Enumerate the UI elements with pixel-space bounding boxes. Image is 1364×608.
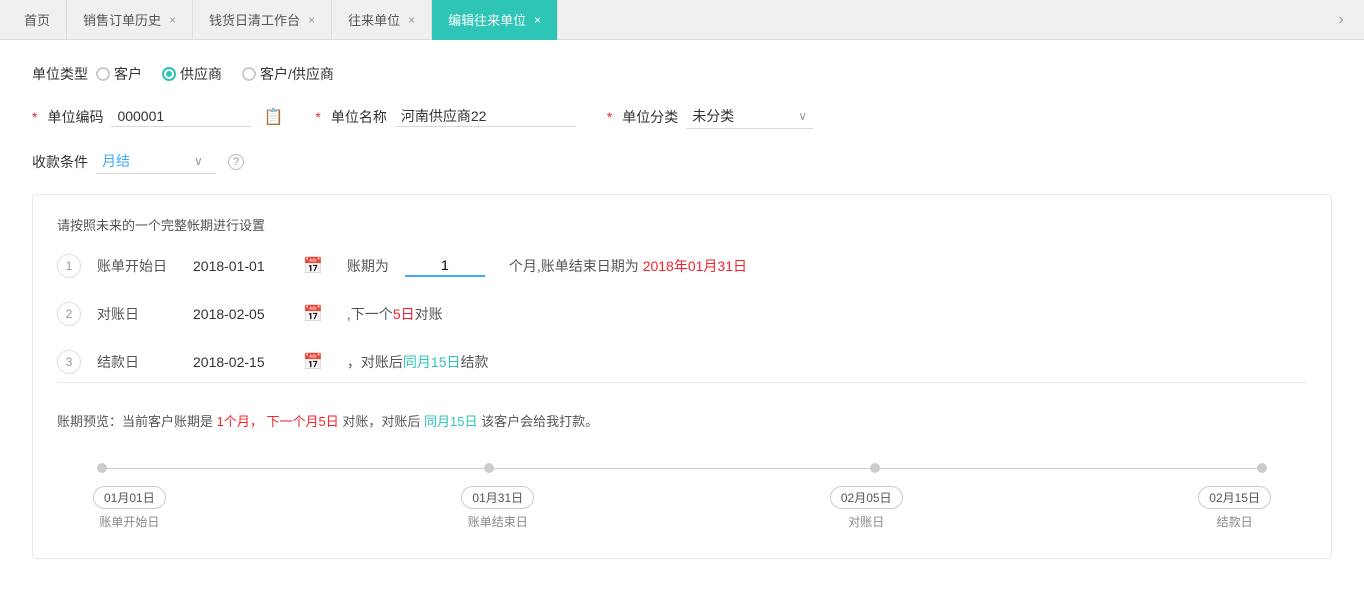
- step-1-num: 1: [57, 254, 81, 278]
- step-1-label: 账单开始日: [97, 256, 177, 276]
- payment-terms-row: 收款条件 月结 ∨ ?: [32, 149, 1332, 174]
- unit-type-row: 单位类型 客户 供应商 客户/供应商: [32, 64, 1332, 84]
- timeline-node-4: 02月15日 结款日: [1198, 486, 1271, 530]
- step-3-row: 3 结款日 2018-02-15 📅 ，对账后同月15日结款: [57, 350, 1307, 374]
- unit-type-radio-group: 客户 供应商 客户/供应商: [96, 64, 334, 84]
- timeline-labels: 01月01日 账单开始日 01月31日 账单结束日 02月05日 对账日 02月…: [57, 478, 1307, 530]
- unit-type-label: 单位类型: [32, 64, 88, 84]
- unit-name-required: *: [315, 109, 320, 125]
- tab-sales-history[interactable]: 销售订单历史 ×: [67, 0, 193, 40]
- unit-name-input[interactable]: [395, 106, 575, 127]
- unit-category-chevron-icon: ∨: [798, 109, 807, 123]
- timeline-dot-1: [97, 463, 107, 473]
- tab-partners[interactable]: 往来单位 ×: [332, 0, 432, 40]
- timeline-dot-2: [484, 463, 494, 473]
- step-1-cal-icon[interactable]: 📅: [303, 256, 323, 276]
- step-2-date: 2018-02-05: [193, 306, 283, 322]
- timeline-node-1: 01月01日 账单开始日: [93, 486, 166, 530]
- tab-bar: 首页 销售订单历史 × 钱货日清工作台 × 往来单位 × 编辑往来单位 × ›: [0, 0, 1364, 40]
- step-1-row: 1 账单开始日 2018-01-01 📅 账期为 个月,账单结束日期为 2018…: [57, 254, 1307, 278]
- radio-supplier-circle: [162, 67, 176, 81]
- radio-customer-circle: [96, 67, 110, 81]
- timeline-label-2: 账单结束日: [468, 513, 528, 530]
- radio-supplier[interactable]: 供应商: [162, 64, 222, 84]
- preview-months: 1个月，: [217, 414, 263, 429]
- timeline-dot-3: [870, 463, 880, 473]
- tab-cash-work[interactable]: 钱货日清工作台 ×: [193, 0, 332, 40]
- main-content: 单位类型 客户 供应商 客户/供应商 * 单位编码: [0, 40, 1364, 608]
- timeline-badge-3: 02月05日: [830, 486, 903, 509]
- step-2-num: 2: [57, 302, 81, 326]
- step-3-highlight: 同月15日: [403, 354, 461, 370]
- step-3-date: 2018-02-15: [193, 354, 283, 370]
- tab-edit-partner[interactable]: 编辑往来单位 ×: [432, 0, 558, 40]
- tab-close-cash-work[interactable]: ×: [308, 13, 315, 27]
- timeline-dot-4: [1257, 463, 1267, 473]
- timeline-badge-1: 01月01日: [93, 486, 166, 509]
- unit-category-required: *: [607, 109, 612, 125]
- timeline-label-1: 账单开始日: [99, 513, 159, 530]
- unit-code-item: * 单位编码 📋: [32, 106, 283, 127]
- step-2-cal-icon[interactable]: 📅: [303, 304, 323, 324]
- unit-category-item: * 单位分类 未分类 ∨: [607, 104, 813, 129]
- timeline-label-4: 结款日: [1217, 513, 1253, 530]
- radio-both-circle: [242, 67, 256, 81]
- step-3-num: 3: [57, 350, 81, 374]
- unit-code-required: *: [32, 109, 37, 125]
- timeline-badge-2: 01月31日: [461, 486, 534, 509]
- code-name-category-row: * 单位编码 📋 * 单位名称 * 单位分类 未分类 ∨: [32, 104, 1332, 129]
- step-3-desc: ，对账后同月15日结款: [347, 352, 489, 372]
- step-3-label: 结款日: [97, 352, 177, 372]
- tab-close-edit-partner[interactable]: ×: [534, 13, 541, 27]
- section-instruction: 请按照未来的一个完整帐期进行设置: [57, 215, 1307, 234]
- unit-type-item: 单位类型 客户 供应商 客户/供应商: [32, 64, 334, 84]
- unit-category-select[interactable]: 未分类 ∨: [686, 104, 813, 129]
- payment-terms-value: 月结: [102, 151, 130, 171]
- step-1-period-label: 账期为: [347, 256, 389, 276]
- step-1-period-unit: 个月,账单结束日期为 2018年01月31日: [509, 256, 747, 276]
- billing-section: 请按照未来的一个完整帐期进行设置 1 账单开始日 2018-01-01 📅 账期…: [32, 194, 1332, 559]
- unit-code-icon[interactable]: 📋: [263, 107, 283, 127]
- period-input[interactable]: [405, 255, 485, 277]
- timeline: 01月01日 账单开始日 01月31日 账单结束日 02月05日 对账日 02月…: [57, 442, 1307, 538]
- step-2-label: 对账日: [97, 304, 177, 324]
- preview-reconcile-date: 下一个月5日: [267, 414, 339, 429]
- radio-customer[interactable]: 客户: [96, 64, 142, 84]
- period-end-date: 2018年01月31日: [643, 258, 747, 274]
- tab-close-partners[interactable]: ×: [408, 13, 415, 27]
- unit-name-label: 单位名称: [331, 107, 387, 127]
- preview-payment-date: 同月15日: [424, 414, 477, 429]
- radio-both[interactable]: 客户/供应商: [242, 64, 334, 84]
- timeline-badge-4: 02月15日: [1198, 486, 1271, 509]
- payment-terms-label: 收款条件: [32, 152, 88, 172]
- preview-row: 账期预览：当前客户账期是 1个月， 下一个月5日 对账，对账后 同月15日 该客…: [57, 399, 1307, 442]
- help-icon[interactable]: ?: [228, 154, 244, 170]
- unit-category-label: 单位分类: [622, 107, 678, 127]
- unit-code-input[interactable]: [111, 106, 251, 127]
- unit-name-item: * 单位名称: [315, 106, 574, 127]
- payment-terms-item: 收款条件 月结 ∨ ?: [32, 149, 244, 174]
- tab-close-sales-history[interactable]: ×: [169, 13, 176, 27]
- timeline-label-3: 对账日: [848, 513, 884, 530]
- step-1-date: 2018-01-01: [193, 258, 283, 274]
- unit-code-label: 单位编码: [47, 107, 103, 127]
- step-2-highlight: 5日: [393, 306, 415, 322]
- timeline-node-3: 02月05日 对账日: [830, 486, 903, 530]
- step-3-cal-icon[interactable]: 📅: [303, 352, 323, 372]
- payment-terms-select[interactable]: 月结 ∨: [96, 149, 216, 174]
- unit-category-value: 未分类: [692, 106, 734, 126]
- tab-more-button[interactable]: ›: [1326, 11, 1356, 29]
- payment-terms-chevron-icon: ∨: [194, 154, 203, 168]
- step-2-row: 2 对账日 2018-02-05 📅 ,下一个5日对账: [57, 302, 1307, 326]
- step-2-desc: ,下一个5日对账: [347, 304, 443, 324]
- timeline-node-2: 01月31日 账单结束日: [461, 486, 534, 530]
- tab-home[interactable]: 首页: [8, 0, 67, 40]
